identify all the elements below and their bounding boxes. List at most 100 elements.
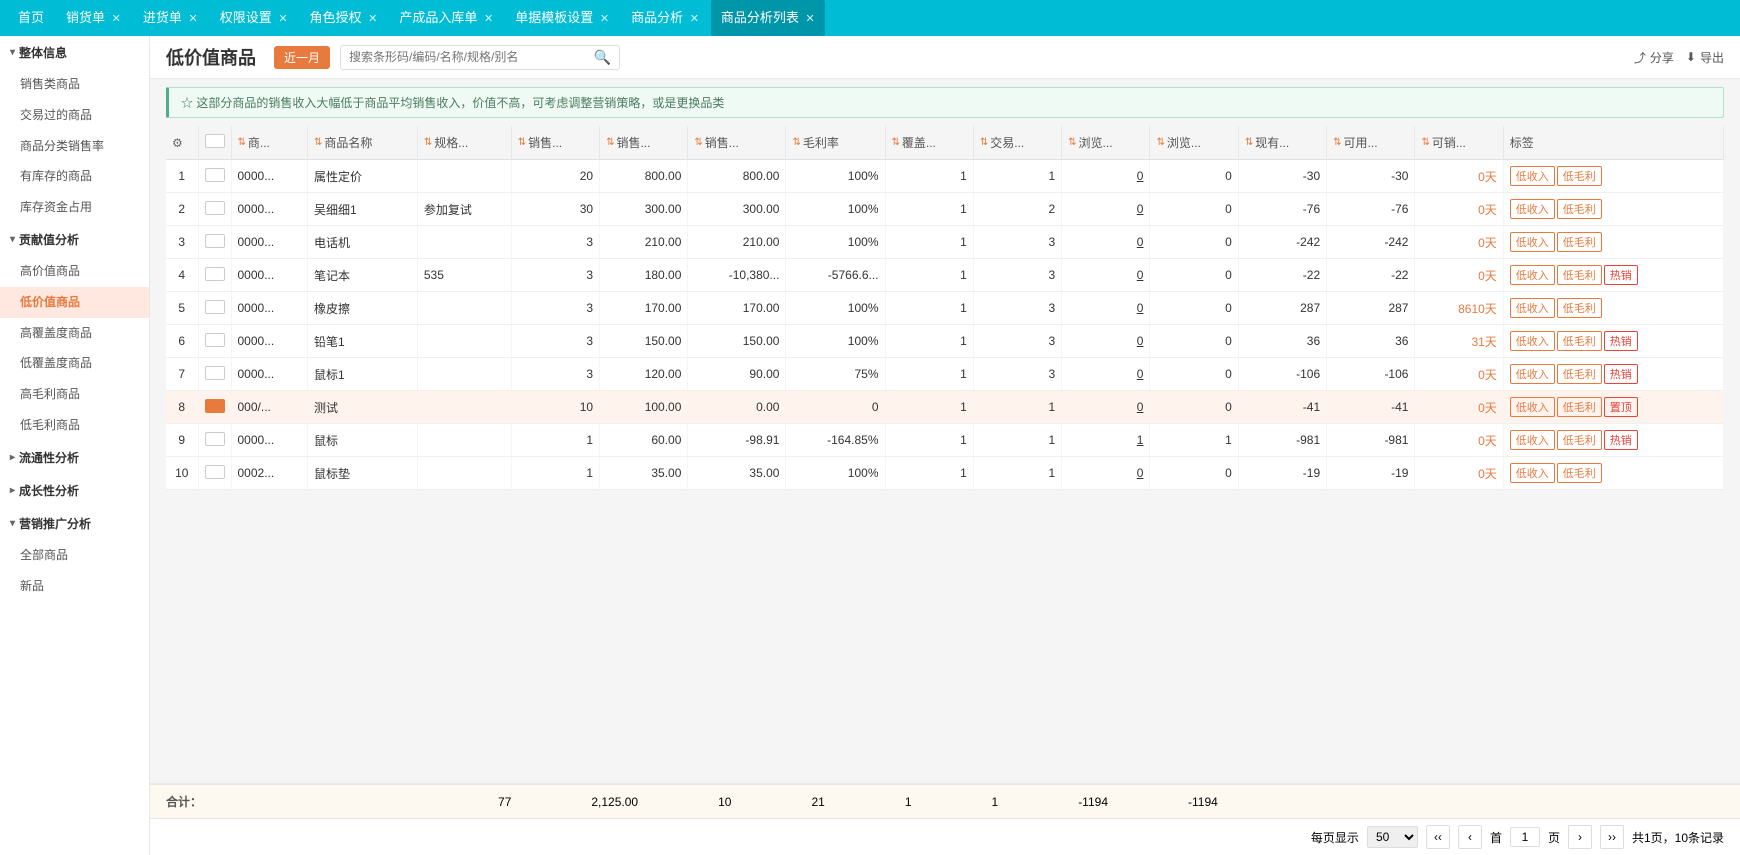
col-code[interactable]: ⇅商...	[231, 126, 307, 160]
sidebar-item-sales-products[interactable]: 销售类商品	[0, 69, 149, 100]
sidebar-item-category-rate[interactable]: 商品分类销售率	[0, 131, 149, 162]
select-all-checkbox[interactable]	[205, 134, 225, 148]
sidebar-item-traded-products[interactable]: 交易过的商品	[0, 100, 149, 131]
row-code: 0000...	[231, 325, 307, 358]
settings-icon[interactable]: ⚙	[172, 136, 183, 150]
row-checkbox[interactable]	[205, 333, 225, 347]
row-gross: 100%	[786, 325, 885, 358]
nav-role[interactable]: 角色授权 ✕	[300, 0, 388, 36]
sidebar-item-low-coverage[interactable]: 低覆盖度商品	[0, 348, 149, 379]
sidebar-group-marketing[interactable]: ▾ 营销推广分析	[0, 507, 149, 540]
row-checkbox[interactable]	[205, 366, 225, 380]
nav-purchase[interactable]: 进货单 ✕	[133, 0, 208, 36]
last-page-button[interactable]: ››	[1600, 825, 1624, 849]
close-icon[interactable]: ✕	[806, 13, 815, 25]
col-name[interactable]: ⇅商品名称	[307, 126, 417, 160]
nav-stock-in[interactable]: 产成品入库单 ✕	[389, 0, 503, 36]
col-gross[interactable]: ⇅毛利率	[786, 126, 885, 160]
col-browse1[interactable]: ⇅浏览...	[1062, 126, 1150, 160]
row-tags: 低收入低毛利热销	[1503, 259, 1723, 292]
browse1-link[interactable]: 0	[1137, 301, 1144, 315]
sidebar-group-flow[interactable]: ▸ 流通性分析	[0, 441, 149, 474]
browse1-link[interactable]: 0	[1137, 169, 1144, 183]
col-sale3[interactable]: ⇅销售...	[688, 126, 786, 160]
close-icon[interactable]: ✕	[368, 13, 377, 25]
row-cover: 1	[885, 193, 973, 226]
export-button[interactable]: ⬇ 导出	[1686, 49, 1724, 66]
nav-permission[interactable]: 权限设置 ✕	[210, 0, 298, 36]
sidebar-group-growth[interactable]: ▸ 成长性分析	[0, 474, 149, 507]
row-checkbox[interactable]	[205, 234, 225, 248]
sidebar-group-contribution[interactable]: ▾ 贡献值分析	[0, 223, 149, 256]
tag-badge: 低收入	[1510, 199, 1555, 219]
row-browse1: 0	[1062, 292, 1150, 325]
col-sale1[interactable]: ⇅销售...	[511, 126, 599, 160]
close-icon[interactable]: ✕	[188, 13, 197, 25]
row-checkbox[interactable]	[205, 168, 225, 182]
page-input[interactable]	[1510, 827, 1540, 847]
row-checkbox-cell	[198, 358, 231, 391]
sidebar-group-overview[interactable]: ▾ 整体信息	[0, 36, 149, 69]
close-icon[interactable]: ✕	[484, 13, 493, 25]
row-checkbox[interactable]	[205, 201, 225, 215]
sidebar-item-high-coverage[interactable]: 高覆盖度商品	[0, 318, 149, 349]
page-size-select[interactable]: 50 100	[1367, 826, 1418, 848]
sidebar-item-low-value[interactable]: 低价值商品	[0, 287, 149, 318]
close-icon[interactable]: ✕	[112, 13, 121, 25]
row-checkbox[interactable]	[205, 300, 225, 314]
nav-home[interactable]: 首页	[8, 0, 54, 36]
col-trade[interactable]: ⇅交易...	[973, 126, 1061, 160]
browse1-link[interactable]: 0	[1137, 268, 1144, 282]
filter-button[interactable]: 近一月	[274, 46, 330, 69]
share-button[interactable]: ⤴ 分享	[1634, 49, 1674, 66]
sidebar-item-new-products[interactable]: 新品	[0, 571, 149, 602]
col-cover[interactable]: ⇅覆盖...	[885, 126, 973, 160]
col-spec[interactable]: ⇅规格...	[417, 126, 511, 160]
table-wrapper[interactable]: ⚙ ⇅商... ⇅商品名称 ⇅规格... ⇅销售... ⇅销售... ⇅销售..…	[150, 126, 1740, 783]
row-checkbox[interactable]	[205, 399, 225, 413]
sidebar-item-stock-products[interactable]: 有库存的商品	[0, 161, 149, 192]
row-checkbox[interactable]	[205, 432, 225, 446]
row-sale3: 0.00	[688, 391, 786, 424]
search-icon[interactable]: 🔍	[594, 49, 611, 66]
sidebar-item-high-profit[interactable]: 高毛利商品	[0, 379, 149, 410]
close-icon[interactable]: ✕	[600, 13, 609, 25]
nav-product-list[interactable]: 商品分析列表 ✕	[711, 0, 825, 36]
nav-product-analysis[interactable]: 商品分析 ✕	[621, 0, 709, 36]
col-saleable[interactable]: ⇅可销...	[1415, 126, 1503, 160]
table-row: 40000...笔记本5353180.00-10,380...-5766.6..…	[166, 259, 1724, 292]
col-available[interactable]: ⇅可用...	[1327, 126, 1415, 160]
col-settings[interactable]: ⚙	[166, 126, 198, 160]
row-cover: 1	[885, 259, 973, 292]
browse1-link[interactable]: 0	[1137, 202, 1144, 216]
sidebar-item-high-value[interactable]: 高价值商品	[0, 256, 149, 287]
close-icon[interactable]: ✕	[690, 13, 699, 25]
sidebar-item-stock-capital[interactable]: 库存资金占用	[0, 192, 149, 223]
close-icon[interactable]: ✕	[278, 13, 287, 25]
browse1-link[interactable]: 1	[1137, 433, 1144, 447]
col-current[interactable]: ⇅现有...	[1238, 126, 1326, 160]
first-page-button[interactable]: ‹‹	[1426, 825, 1450, 849]
row-name: 鼠标1	[307, 358, 417, 391]
col-browse2[interactable]: ⇅浏览...	[1150, 126, 1238, 160]
browse1-link[interactable]: 0	[1137, 235, 1144, 249]
prev-page-button[interactable]: ‹	[1458, 825, 1482, 849]
row-checkbox[interactable]	[205, 267, 225, 281]
sidebar-item-low-profit[interactable]: 低毛利商品	[0, 410, 149, 441]
sidebar-item-all-products[interactable]: 全部商品	[0, 540, 149, 571]
row-browse1: 0	[1062, 391, 1150, 424]
browse1-link[interactable]: 0	[1137, 334, 1144, 348]
row-sale1: 10	[511, 391, 599, 424]
col-sale2[interactable]: ⇅销售...	[600, 126, 688, 160]
browse1-link[interactable]: 0	[1137, 400, 1144, 414]
row-checkbox[interactable]	[205, 465, 225, 479]
row-cover: 1	[885, 226, 973, 259]
search-input[interactable]	[349, 50, 589, 64]
next-page-button[interactable]: ›	[1568, 825, 1592, 849]
row-saleable: 0天	[1415, 358, 1503, 391]
nav-template[interactable]: 单据模板设置 ✕	[505, 0, 619, 36]
row-current: -76	[1238, 193, 1326, 226]
browse1-link[interactable]: 0	[1137, 367, 1144, 381]
nav-sales[interactable]: 销货单 ✕	[56, 0, 131, 36]
browse1-link[interactable]: 0	[1137, 466, 1144, 480]
